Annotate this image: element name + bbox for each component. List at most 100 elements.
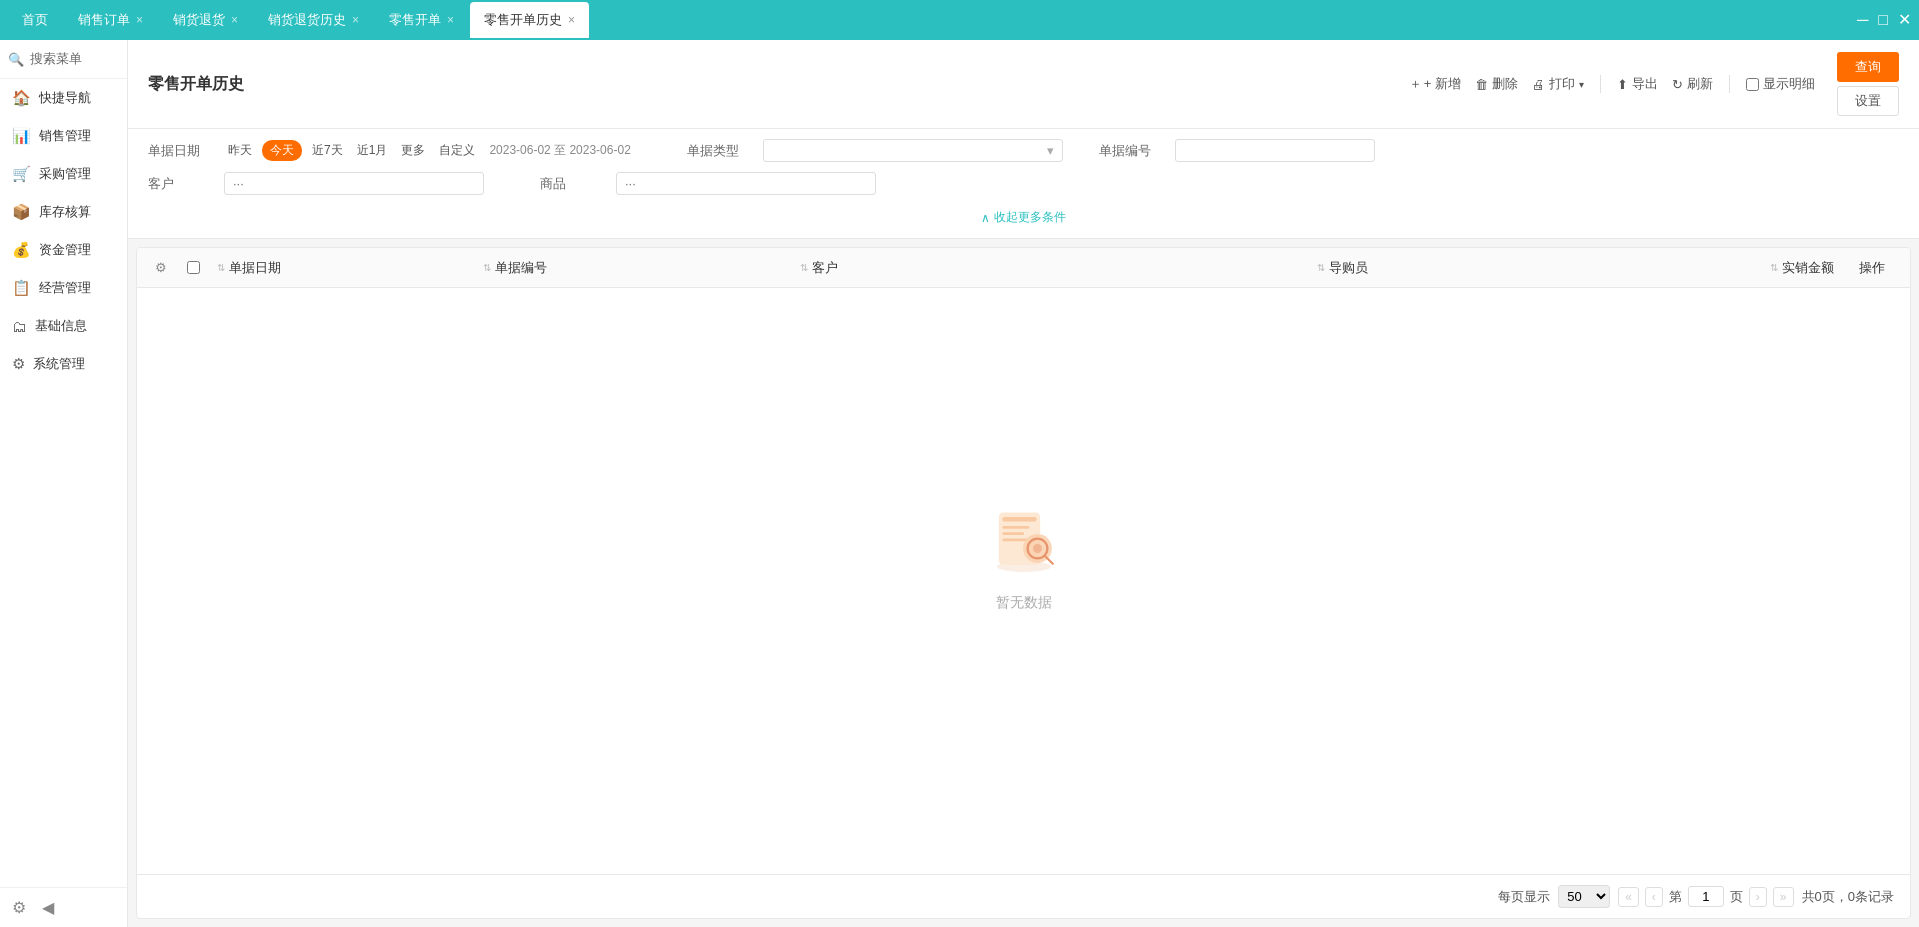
sidebar-item-sales-mgmt[interactable]: 📊 销售管理 xyxy=(0,117,127,155)
next-page-button[interactable]: › xyxy=(1749,887,1767,907)
table-header-row: ⚙ ⇅ 单据日期 ⇅ 单据编号 ⇅ 客户 ⇅ 导购员 xyxy=(137,248,1910,288)
tab-sales-return-history[interactable]: 销货退货历史 × xyxy=(254,2,373,38)
goods-input[interactable] xyxy=(616,172,876,195)
show-detail-checkbox-wrap[interactable]: 显示明细 xyxy=(1746,75,1815,93)
prev-page-button[interactable]: ‹ xyxy=(1645,887,1663,907)
date-btn-yesterday[interactable]: 昨天 xyxy=(224,140,256,161)
svg-point-9 xyxy=(1033,544,1042,553)
add-button[interactable]: ＋ + 新增 xyxy=(1409,75,1461,93)
window-max-button[interactable]: □ xyxy=(1878,12,1888,28)
sidebar-item-inventory[interactable]: 📦 库存核算 xyxy=(0,193,127,231)
window-close-button[interactable]: ✕ xyxy=(1898,12,1911,28)
refresh-button[interactable]: ↻ 刷新 xyxy=(1672,75,1713,93)
sidebar-item-biz-mgmt[interactable]: 📋 经营管理 xyxy=(0,269,127,307)
print-icon: 🖨 xyxy=(1532,77,1545,92)
type-filter-label: 单据类型 xyxy=(687,142,747,160)
sidebar-item-label: 基础信息 xyxy=(35,317,87,335)
date-btn-7days[interactable]: 近7天 xyxy=(308,140,347,161)
date-filter-label: 单据日期 xyxy=(148,142,208,160)
empty-illustration xyxy=(979,490,1069,580)
date-range-display: 2023-06-02 至 2023-06-02 xyxy=(489,142,630,159)
show-detail-checkbox[interactable] xyxy=(1746,78,1759,91)
tab-sales-order[interactable]: 销售订单 × xyxy=(64,2,157,38)
sys-icon: ⚙ xyxy=(12,355,25,373)
svg-rect-5 xyxy=(1002,539,1027,542)
data-table: ⚙ ⇅ 单据日期 ⇅ 单据编号 ⇅ 客户 ⇅ 导购员 xyxy=(136,247,1911,919)
biz-icon: 📋 xyxy=(12,279,31,297)
sales-icon: 📊 xyxy=(12,127,31,145)
col-customer[interactable]: ⇅ 客户 xyxy=(792,259,1309,277)
date-btn-custom[interactable]: 自定义 xyxy=(435,140,479,161)
sidebar-item-label: 资金管理 xyxy=(39,241,91,259)
per-page-label: 每页显示 xyxy=(1498,888,1550,906)
sidebar-bottom: ⚙ ◀ xyxy=(0,887,127,927)
export-icon: ⬆ xyxy=(1617,77,1628,92)
refresh-icon: ↻ xyxy=(1672,77,1683,92)
last-page-button[interactable]: » xyxy=(1773,887,1794,907)
sidebar-item-label: 库存核算 xyxy=(39,203,91,221)
collapse-filter-button[interactable]: ∧ 收起更多条件 xyxy=(148,205,1899,234)
type-placeholder xyxy=(772,143,776,158)
toolbar-divider2 xyxy=(1729,75,1730,93)
select-all-checkbox[interactable] xyxy=(187,261,200,274)
sidebar-item-purchase-mgmt[interactable]: 🛒 采购管理 xyxy=(0,155,127,193)
print-button[interactable]: 🖨 打印 ▾ xyxy=(1532,75,1584,93)
customer-filter-label: 客户 xyxy=(148,175,208,193)
pagination: 每页显示 20 50 100 200 « ‹ 第 页 › » 共0页，0条记录 xyxy=(137,874,1910,918)
collapse-sidebar-icon[interactable]: ◀ xyxy=(42,898,54,917)
per-page-select[interactable]: 20 50 100 200 xyxy=(1558,885,1610,908)
tab-retail-open[interactable]: 零售开单 × xyxy=(375,2,468,38)
sidebar-search[interactable]: 🔍 搜索菜单 xyxy=(0,40,127,79)
customer-input[interactable] xyxy=(224,172,484,195)
empty-state: 暂无数据 xyxy=(137,288,1910,874)
close-tab-sales-return[interactable]: × xyxy=(231,13,238,27)
content-area: 零售开单历史 ＋ + 新增 🗑 删除 🖨 打印 ▾ ⬆ 导 xyxy=(128,40,1919,927)
table-select-all[interactable] xyxy=(177,261,209,274)
close-tab-sales-return-history[interactable]: × xyxy=(352,13,359,27)
top-navigation: 首页 销售订单 × 销货退货 × 销货退货历史 × 零售开单 × 零售开单历史 … xyxy=(0,0,1919,40)
quick-nav-icon: 🏠 xyxy=(12,89,31,107)
filter-area: 单据日期 昨天 今天 近7天 近1月 更多 自定义 2023-06-02 至 2… xyxy=(128,129,1919,239)
tab-retail-open-history[interactable]: 零售开单历史 × xyxy=(470,2,589,38)
close-tab-retail-open-history[interactable]: × xyxy=(568,13,575,27)
table-gear-icon[interactable]: ⚙ xyxy=(145,260,177,275)
delete-button[interactable]: 🗑 删除 xyxy=(1475,75,1518,93)
page-suffix: 页 xyxy=(1730,888,1743,906)
page-number-input[interactable] xyxy=(1688,886,1724,907)
window-min-button[interactable]: ─ xyxy=(1857,12,1868,28)
col-amount[interactable]: ⇅ 实销金额 xyxy=(1576,259,1842,277)
settings-icon[interactable]: ⚙ xyxy=(12,898,26,917)
sidebar-item-label: 系统管理 xyxy=(33,355,85,373)
close-tab-sales-order[interactable]: × xyxy=(136,13,143,27)
doc-no-input[interactable] xyxy=(1184,143,1366,158)
col-guide[interactable]: ⇅ 导购员 xyxy=(1309,259,1575,277)
query-button[interactable]: 查询 xyxy=(1837,52,1899,82)
type-dropdown-icon: ▾ xyxy=(1047,143,1054,158)
sidebar-item-label: 快捷导航 xyxy=(39,89,91,107)
first-page-button[interactable]: « xyxy=(1618,887,1639,907)
type-select[interactable]: ▾ xyxy=(763,139,1063,162)
close-tab-retail-open[interactable]: × xyxy=(447,13,454,27)
sidebar-item-finance[interactable]: 💰 资金管理 xyxy=(0,231,127,269)
basic-info-icon: 🗂 xyxy=(12,318,27,335)
sidebar-item-quick-nav[interactable]: 🏠 快捷导航 xyxy=(0,79,127,117)
sidebar-item-sys-mgmt[interactable]: ⚙ 系统管理 xyxy=(0,345,127,383)
settings-button[interactable]: 设置 xyxy=(1837,86,1899,116)
col-doc-no[interactable]: ⇅ 单据编号 xyxy=(475,259,792,277)
tab-home[interactable]: 首页 xyxy=(8,2,62,38)
sidebar-item-basic-info[interactable]: 🗂 基础信息 xyxy=(0,307,127,345)
col-date[interactable]: ⇅ 单据日期 xyxy=(209,259,475,277)
total-records: 共0页，0条记录 xyxy=(1802,888,1894,906)
col-amount-sort-icon: ⇅ xyxy=(1770,262,1778,273)
doc-no-input-wrap[interactable] xyxy=(1175,139,1375,162)
tab-sales-return[interactable]: 销货退货 × xyxy=(159,2,252,38)
window-controls: ─ □ ✕ xyxy=(1857,12,1911,28)
date-btn-more[interactable]: 更多 xyxy=(397,140,429,161)
customer-input-field[interactable] xyxy=(233,176,475,191)
date-btn-1month[interactable]: 近1月 xyxy=(353,140,392,161)
date-btn-today[interactable]: 今天 xyxy=(262,140,302,161)
sidebar: 🔍 搜索菜单 🏠 快捷导航 📊 销售管理 🛒 采购管理 📦 库存核算 💰 资金管… xyxy=(0,40,128,927)
col-date-sort-icon: ⇅ xyxy=(217,262,225,273)
goods-input-field[interactable] xyxy=(625,176,867,191)
export-button[interactable]: ⬆ 导出 xyxy=(1617,75,1658,93)
